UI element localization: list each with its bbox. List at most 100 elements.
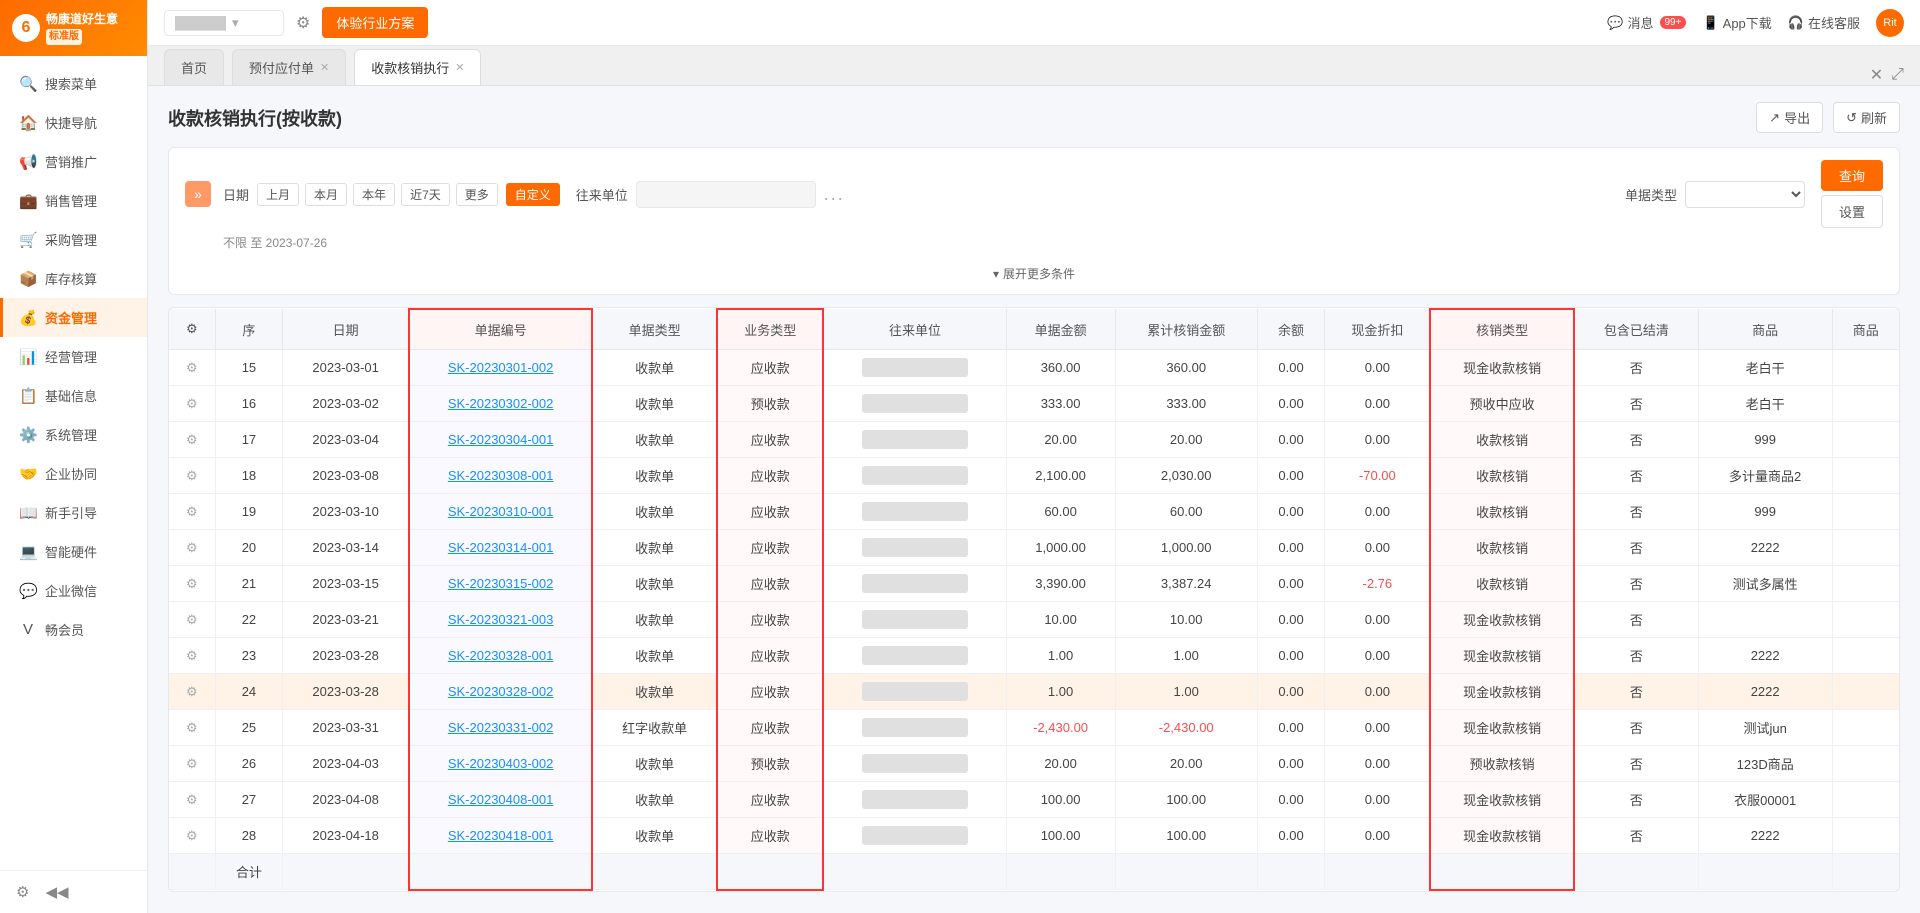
cell-verify_type: 现金收款核销 xyxy=(1430,818,1574,854)
bill-no-link[interactable]: SK-20230301-002 xyxy=(448,360,554,375)
expand-more-btn[interactable]: ▾ 展开更多条件 xyxy=(993,265,1075,282)
row-settings-icon[interactable]: ⚙ xyxy=(186,792,198,807)
cell-partner: ████████ xyxy=(823,458,1006,494)
row-settings-icon[interactable]: ⚙ xyxy=(186,648,198,663)
sidebar-item-system[interactable]: ⚙️系统管理 xyxy=(0,415,147,454)
user-avatar[interactable]: Rit xyxy=(1876,9,1904,37)
row-settings-icon[interactable]: ⚙ xyxy=(186,468,198,483)
row-settings-icon[interactable]: ⚙ xyxy=(186,576,198,591)
more-options-btn[interactable]: ... xyxy=(824,184,845,205)
bill-no-link[interactable]: SK-20230328-002 xyxy=(448,684,554,699)
sidebar-item-member[interactable]: V畅会员 xyxy=(0,610,147,649)
sidebar-icon-system: ⚙️ xyxy=(19,426,37,444)
partner-input[interactable] xyxy=(636,181,816,208)
row-settings-icon[interactable]: ⚙ xyxy=(186,360,198,375)
row-settings-icon[interactable]: ⚙ xyxy=(186,720,198,735)
cell-settings: ⚙ xyxy=(169,566,215,602)
bill-no-link[interactable]: SK-20230418-001 xyxy=(448,828,554,843)
bill-no-link[interactable]: SK-20230315-002 xyxy=(448,576,554,591)
sidebar-item-guide[interactable]: 📖新手引导 xyxy=(0,493,147,532)
sidebar-item-wechat[interactable]: 💬企业微信 xyxy=(0,571,147,610)
cell-bill_no[interactable]: SK-20230418-001 xyxy=(409,818,592,854)
sidebar-item-purchase[interactable]: 🛒采购管理 xyxy=(0,220,147,259)
custom-date-btn[interactable]: 自定义 xyxy=(506,183,560,206)
sidebar-item-finance[interactable]: 💰资金管理 xyxy=(0,298,147,337)
sidebar-item-hardware[interactable]: 💻智能硬件 xyxy=(0,532,147,571)
sidebar-label-operation: 经营管理 xyxy=(45,347,97,366)
cell-bill_no[interactable]: SK-20230321-003 xyxy=(409,602,592,638)
query-btn[interactable]: 查询 xyxy=(1821,160,1883,191)
row-settings-icon[interactable]: ⚙ xyxy=(186,612,198,627)
bill-no-link[interactable]: SK-20230304-001 xyxy=(448,432,554,447)
date-btn-本年[interactable]: 本年 xyxy=(353,183,395,206)
bill-no-link[interactable]: SK-20230302-002 xyxy=(448,396,554,411)
cell-bill_no[interactable]: SK-20230315-002 xyxy=(409,566,592,602)
export-btn[interactable]: ↗ 导出 xyxy=(1756,102,1823,133)
cell-bill_no[interactable]: SK-20230408-001 xyxy=(409,782,592,818)
row-settings-icon[interactable]: ⚙ xyxy=(186,396,198,411)
tab-close-advance[interactable]: ✕ xyxy=(320,61,329,74)
online-service-action[interactable]: 🎧 在线客服 xyxy=(1788,13,1860,32)
collapse-icon[interactable]: ◀◀ xyxy=(45,883,68,901)
solution-btn[interactable]: 体验行业方案 xyxy=(322,7,428,38)
cell-bill_no[interactable]: SK-20230331-002 xyxy=(409,710,592,746)
settings-icon[interactable]: ⚙ xyxy=(16,883,29,901)
tab-close-btn[interactable]: ✕ xyxy=(1870,65,1883,85)
sidebar-item-corp[interactable]: 🤝企业协同 xyxy=(0,454,147,493)
bill-no-link[interactable]: SK-20230314-001 xyxy=(448,540,554,555)
cell-amount: 2,100.00 xyxy=(1006,458,1115,494)
cell-bill_no[interactable]: SK-20230328-002 xyxy=(409,674,592,710)
cell-date: 2023-03-28 xyxy=(283,638,409,674)
sidebar-item-marketing[interactable]: 📢营销推广 xyxy=(0,142,147,181)
bill-no-link[interactable]: SK-20230308-001 xyxy=(448,468,554,483)
row-settings-icon[interactable]: ⚙ xyxy=(186,828,198,843)
filter-toggle-btn[interactable]: » xyxy=(185,181,211,207)
bill-no-link[interactable]: SK-20230331-002 xyxy=(448,720,554,735)
tab-close-collection[interactable]: ✕ xyxy=(455,61,464,74)
bill-type-select[interactable] xyxy=(1685,181,1805,208)
header-selector[interactable]: ██████ ▾ xyxy=(164,10,284,36)
date-btn-更多[interactable]: 更多 xyxy=(456,183,498,206)
cell-date: 2023-03-28 xyxy=(283,674,409,710)
bill-no-link[interactable]: SK-20230408-001 xyxy=(448,792,554,807)
sidebar-label-wechat: 企业微信 xyxy=(45,581,97,600)
date-btn-近7天[interactable]: 近7天 xyxy=(401,183,450,206)
tab-home[interactable]: 首页 xyxy=(164,49,224,85)
cell-bill_no[interactable]: SK-20230308-001 xyxy=(409,458,592,494)
cell-bill_no[interactable]: SK-20230301-002 xyxy=(409,350,592,386)
date-btn-本月[interactable]: 本月 xyxy=(305,183,347,206)
message-action[interactable]: 💬 消息 99+ xyxy=(1607,13,1686,32)
row-settings-icon[interactable]: ⚙ xyxy=(186,540,198,555)
refresh-btn[interactable]: ↺ 刷新 xyxy=(1833,102,1900,133)
sidebar-item-search[interactable]: 🔍搜索菜单 xyxy=(0,64,147,103)
cell-bill_no[interactable]: SK-20230328-001 xyxy=(409,638,592,674)
tab-expand-btn[interactable]: ⤢ xyxy=(1891,66,1904,84)
bill-no-link[interactable]: SK-20230321-003 xyxy=(448,612,554,627)
gear-icon[interactable]: ⚙ xyxy=(296,13,310,33)
bill-no-link[interactable]: SK-20230328-001 xyxy=(448,648,554,663)
cell-bill_no[interactable]: SK-20230403-002 xyxy=(409,746,592,782)
sidebar-footer[interactable]: ⚙ ◀◀ xyxy=(0,870,147,913)
row-settings-icon[interactable]: ⚙ xyxy=(186,756,198,771)
table-scroll[interactable]: ⚙序日期单据编号单据类型业务类型往来单位单据金额累计核销金额余额现金折扣核销类型… xyxy=(169,308,1899,891)
cell-bill_no[interactable]: SK-20230310-001 xyxy=(409,494,592,530)
tab-collection[interactable]: 收款核销执行✕ xyxy=(354,49,481,85)
bill-no-link[interactable]: SK-20230310-001 xyxy=(448,504,554,519)
row-settings-icon[interactable]: ⚙ xyxy=(186,684,198,699)
filter-settings-btn[interactable]: 设置 xyxy=(1821,195,1883,228)
tab-label-advance: 预付应付单 xyxy=(249,58,314,77)
date-btn-上月[interactable]: 上月 xyxy=(257,183,299,206)
tab-advance[interactable]: 预付应付单 ✕ xyxy=(232,49,346,85)
app-download-action[interactable]: 📱 App下载 xyxy=(1702,13,1771,32)
cell-bill_no[interactable]: SK-20230314-001 xyxy=(409,530,592,566)
cell-bill_no[interactable]: SK-20230302-002 xyxy=(409,386,592,422)
cell-bill_no[interactable]: SK-20230304-001 xyxy=(409,422,592,458)
row-settings-icon[interactable]: ⚙ xyxy=(186,504,198,519)
row-settings-icon[interactable]: ⚙ xyxy=(186,432,198,447)
sidebar-item-basic[interactable]: 📋基础信息 xyxy=(0,376,147,415)
bill-no-link[interactable]: SK-20230403-002 xyxy=(448,756,554,771)
sidebar-item-shortcut[interactable]: 🏠快捷导航 xyxy=(0,103,147,142)
sidebar-item-inventory[interactable]: 📦库存核算 xyxy=(0,259,147,298)
sidebar-item-operation[interactable]: 📊经营管理 xyxy=(0,337,147,376)
sidebar-item-sales[interactable]: 💼销售管理 xyxy=(0,181,147,220)
